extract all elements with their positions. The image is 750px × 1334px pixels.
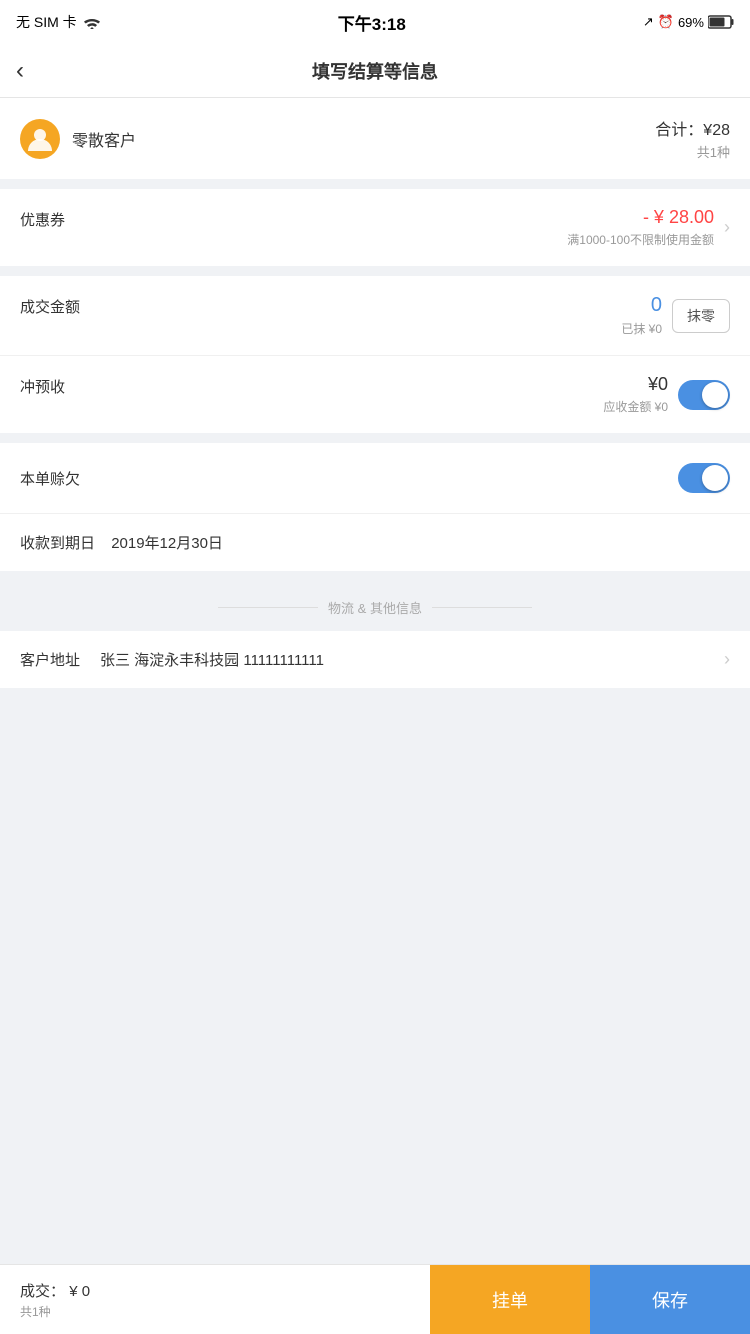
user-icon: [26, 125, 54, 153]
coupon-row[interactable]: 优惠券 - ¥ 28.00 满1000-100不限制使用金额 ›: [0, 189, 750, 266]
status-right: ↗ ⏰ 69%: [643, 14, 734, 30]
wifi-icon: [83, 15, 101, 29]
status-bar: 无 SIM 卡 下午3:18 ↗ ⏰ 69%: [0, 0, 750, 44]
content-area: 零散客户 合计：¥28 共1种 优惠券 - ¥ 28.00 满1000-100不…: [0, 98, 750, 938]
total-count: 共1种: [655, 142, 730, 161]
transaction-sub: 已抹 ¥0: [621, 320, 662, 337]
nav-bar: ‹ 填写结算等信息: [0, 44, 750, 98]
pending-button[interactable]: 挂单: [430, 1265, 590, 1334]
coupon-label: 优惠券: [20, 207, 100, 230]
amount-section: 成交金额 0 已抹 ¥0 抹零 冲预收 ¥0 应收金额 ¥0: [0, 276, 750, 433]
customer-left: 零散客户: [20, 119, 136, 159]
save-button[interactable]: 保存: [590, 1265, 750, 1334]
total-amount: 合计：¥28: [655, 116, 730, 140]
status-time: 下午3:18: [338, 10, 406, 35]
coupon-right: - ¥ 28.00 满1000-100不限制使用金额 ›: [100, 207, 730, 248]
customer-right: 合计：¥28 共1种: [655, 116, 730, 161]
alarm-icon: ⏰: [658, 14, 674, 30]
empty-area: [0, 698, 750, 858]
status-left: 无 SIM 卡: [16, 12, 101, 32]
due-date-row: 收款到期日 2019年12月30日: [0, 513, 750, 571]
arrears-label: 本单赊欠: [20, 468, 80, 489]
battery-text: 69%: [678, 15, 704, 30]
coupon-section[interactable]: 优惠券 - ¥ 28.00 满1000-100不限制使用金额 ›: [0, 189, 750, 266]
logistics-label: 物流 & 其他信息: [218, 598, 532, 617]
customer-row: 零散客户 合计：¥28 共1种: [0, 98, 750, 179]
avatar: [20, 119, 60, 159]
bottom-bar: 成交： ¥ 0 共1种 挂单 保存: [0, 1264, 750, 1334]
bottom-info: 成交： ¥ 0 共1种: [0, 1280, 430, 1320]
arrears-row: 本单赊欠: [0, 443, 750, 513]
back-button[interactable]: ‹: [16, 57, 24, 85]
prepayment-value: ¥0: [603, 374, 668, 395]
page-title: 填写结算等信息: [312, 58, 438, 84]
address-value: 张三 海淀永丰科技园 11111111111: [100, 649, 724, 670]
due-date-label: 收款到期日: [20, 535, 95, 552]
prepayment-right: ¥0 应收金额 ¥0: [100, 374, 730, 415]
logistics-label-row: 物流 & 其他信息: [0, 581, 750, 631]
prepayment-label: 冲预收: [20, 374, 100, 397]
address-row[interactable]: 客户地址 张三 海淀永丰科技园 11111111111 ›: [0, 631, 750, 688]
discount-amount: - ¥ 28.00: [567, 207, 714, 228]
location-icon: ↗: [643, 14, 654, 30]
bottom-amount: 成交： ¥ 0: [20, 1280, 410, 1301]
customer-section: 零散客户 合计：¥28 共1种: [0, 98, 750, 179]
transaction-value-block: 0 已抹 ¥0: [621, 294, 662, 337]
prepayment-sub: 应收金额 ¥0: [603, 398, 668, 415]
prepayment-value-block: ¥0 应收金额 ¥0: [603, 374, 668, 415]
transaction-value: 0: [621, 294, 662, 317]
transaction-right: 0 已抹 ¥0 抹零: [100, 294, 730, 337]
bottom-count: 共1种: [20, 1303, 410, 1320]
coupon-chevron: ›: [724, 217, 730, 238]
prepayment-row: 冲预收 ¥0 应收金额 ¥0: [0, 355, 750, 433]
prepayment-toggle[interactable]: [678, 380, 730, 410]
bottom-amount-label: 成交：: [20, 1283, 65, 1300]
customer-name: 零散客户: [72, 127, 136, 151]
discount-note: 满1000-100不限制使用金额: [567, 231, 714, 248]
arrears-toggle[interactable]: [678, 463, 730, 493]
due-date-value: 2019年12月30日: [111, 535, 223, 552]
transaction-amount-row: 成交金额 0 已抹 ¥0 抹零: [0, 276, 750, 355]
coupon-value-block: - ¥ 28.00 满1000-100不限制使用金额: [567, 207, 714, 248]
bottom-amount-value: ¥ 0: [69, 1283, 90, 1300]
round-button[interactable]: 抹零: [672, 299, 730, 333]
no-sim-text: 无 SIM 卡: [16, 12, 77, 32]
battery-icon: [708, 15, 734, 29]
arrears-section: 本单赊欠 收款到期日 2019年12月30日: [0, 443, 750, 571]
address-chevron: ›: [724, 649, 730, 670]
address-section[interactable]: 客户地址 张三 海淀永丰科技园 11111111111 ›: [0, 631, 750, 688]
transaction-label: 成交金额: [20, 294, 100, 317]
address-label: 客户地址: [20, 649, 90, 670]
